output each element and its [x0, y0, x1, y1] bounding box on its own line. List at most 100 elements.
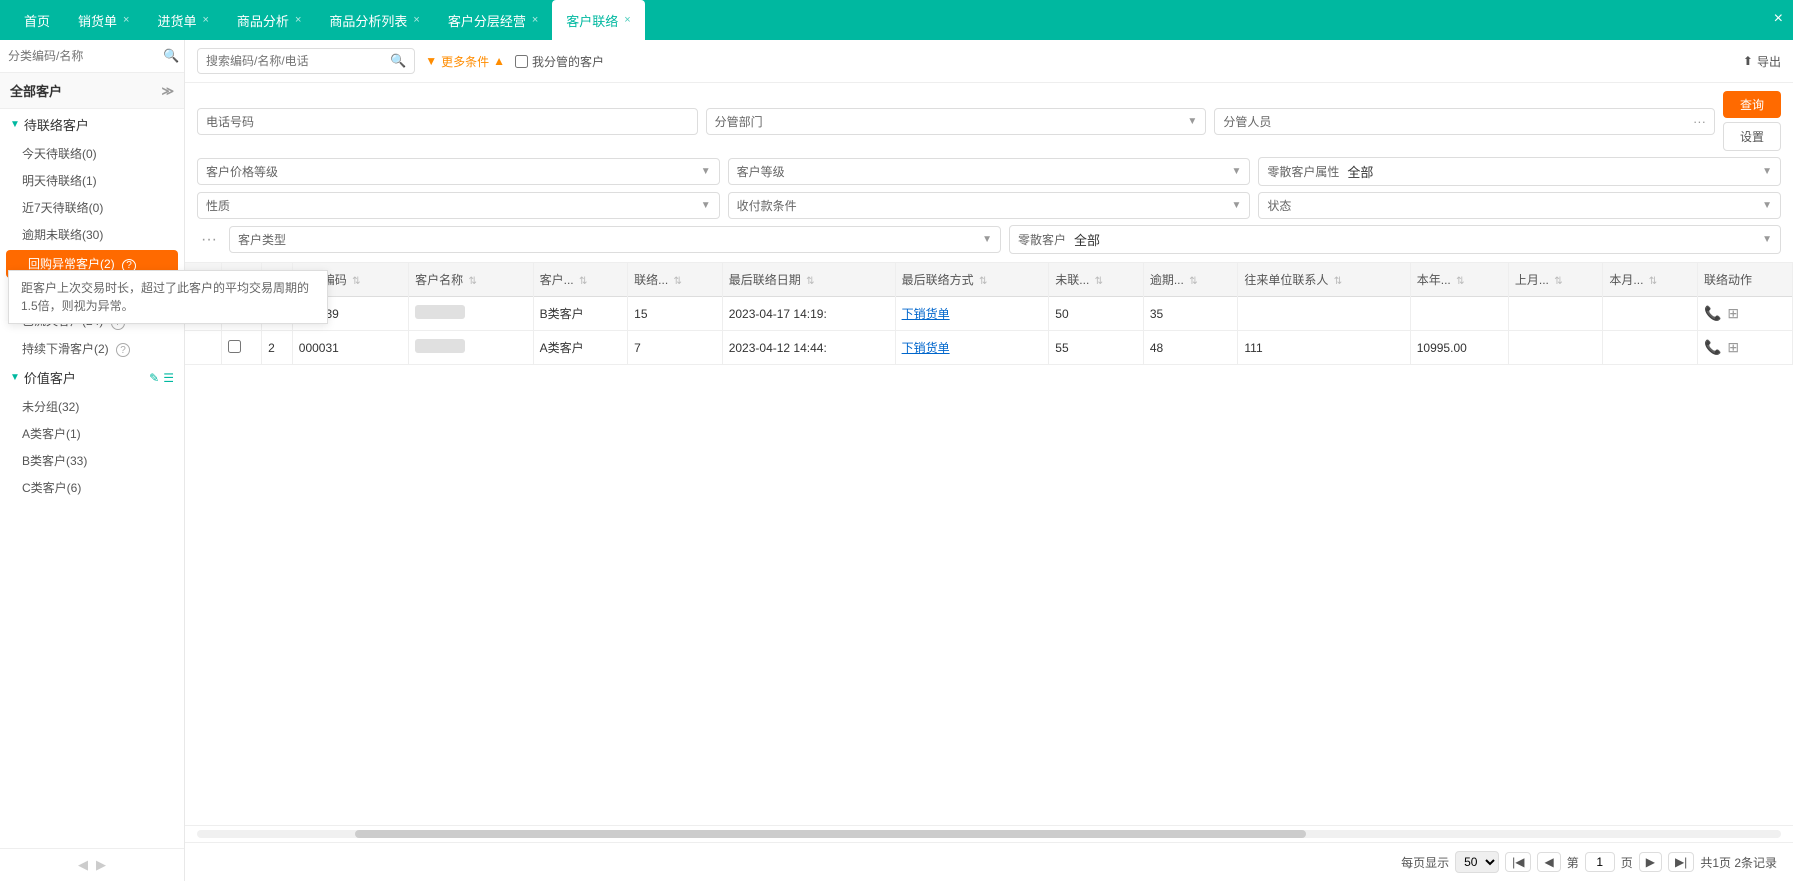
col-name-sort-icon[interactable]: ⇅ [468, 276, 476, 287]
collapse-icon[interactable]: ≫ [161, 84, 174, 98]
col-current-month-sort-icon[interactable]: ⇅ [1649, 276, 1657, 287]
horizontal-scrollbar[interactable] [185, 825, 1793, 842]
filter-retail-attr[interactable]: 零散客户属性 全部 ▼ [1258, 157, 1781, 186]
next-page-btn[interactable]: ▶ [1639, 852, 1662, 872]
col-annual[interactable]: 本年... ⇅ [1410, 263, 1508, 297]
row-last-method-1[interactable]: 下销货单 [895, 331, 1049, 365]
row-overdue-0: 35 [1143, 297, 1238, 331]
my-customer-check[interactable] [515, 55, 528, 68]
declining-help-icon[interactable]: ? [116, 343, 130, 357]
action-phone-icon-0[interactable]: 📞 [1704, 305, 1721, 322]
filter-person[interactable]: 分管人员 ··· [1214, 108, 1715, 135]
search-input[interactable] [206, 54, 386, 68]
extra-filter-dots[interactable]: ··· [197, 231, 221, 249]
action-more-icon-0[interactable]: ⊞ [1727, 305, 1739, 322]
nav-purchase[interactable]: 进货单 × [143, 0, 222, 40]
col-uncontacted[interactable]: 未联... ⇅ [1049, 263, 1144, 297]
col-contact-person[interactable]: 往来单位联系人 ⇅ [1238, 263, 1410, 297]
sidebar-item-ungrouped[interactable]: 未分组(32) [0, 393, 184, 420]
sidebar-item-overdue[interactable]: 逾期未联络(30) [0, 221, 184, 248]
nav-product-analysis[interactable]: 商品分析 × [223, 0, 315, 40]
sidebar-item-today[interactable]: 今天待联络(0) [0, 140, 184, 167]
nav-customer-tier[interactable]: 客户分层经营 × [434, 0, 552, 40]
sidebar-value-group[interactable]: ▼ 价值客户 ✎ ☰ [0, 362, 184, 393]
col-last-date-sort-icon[interactable]: ⇅ [806, 276, 814, 287]
row-last-date-1: 2023-04-12 14:44: [722, 331, 895, 365]
row-last-method-0[interactable]: 下销货单 [895, 297, 1049, 331]
filter-customer-type[interactable]: 客户类型 ▼ [229, 226, 1001, 253]
col-contact-person-sort-icon[interactable]: ⇅ [1334, 276, 1342, 287]
sidebar-item-7days[interactable]: 近7天待联络(0) [0, 194, 184, 221]
last-method-link-1[interactable]: 下销货单 [902, 341, 950, 355]
add-icon[interactable]: ☰ [163, 371, 174, 385]
col-last-date[interactable]: 最后联络日期 ⇅ [722, 263, 895, 297]
col-annual-sort-icon[interactable]: ⇅ [1456, 276, 1464, 287]
close-product-analysis-icon[interactable]: × [295, 14, 301, 26]
filter-retail-customer[interactable]: 零散客户 全部 ▼ [1009, 225, 1781, 254]
col-last-month[interactable]: 上月... ⇅ [1508, 263, 1603, 297]
scroll-left-icon[interactable]: ◀ [78, 857, 88, 873]
sidebar-item-class-b[interactable]: B类客户(33) [0, 447, 184, 474]
close-customer-tier-icon[interactable]: × [532, 14, 538, 26]
more-conditions-btn[interactable]: ▼ 更多条件 ▲ [425, 53, 505, 70]
filter-payment[interactable]: 收付款条件 ▼ [728, 192, 1251, 219]
row-check-1[interactable] [228, 340, 241, 353]
nav-product-analysis-list[interactable]: 商品分析列表 × [315, 0, 433, 40]
col-current-month[interactable]: 本月... ⇅ [1603, 263, 1698, 297]
filter-status[interactable]: 状态 ▼ [1258, 192, 1781, 219]
col-overdue[interactable]: 逾期... ⇅ [1143, 263, 1238, 297]
filter-customer-level[interactable]: 客户等级 ▼ [728, 158, 1251, 185]
sidebar-item-tomorrow[interactable]: 明天待联络(1) [0, 167, 184, 194]
nav-home[interactable]: 首页 [10, 0, 64, 40]
close-product-analysis-list-icon[interactable]: × [413, 14, 419, 26]
filter-dept[interactable]: 分管部门 ▼ [706, 108, 1207, 135]
window-close-icon[interactable]: × [1774, 10, 1783, 28]
search-icon[interactable]: 🔍 [390, 53, 406, 69]
col-last-month-sort-icon[interactable]: ⇅ [1554, 276, 1562, 287]
export-btn[interactable]: ⬆ 导出 [1743, 53, 1781, 70]
col-last-method-sort-icon[interactable]: ⇅ [979, 276, 987, 287]
action-phone-icon-1[interactable]: 📞 [1704, 339, 1721, 356]
col-code-sort-icon[interactable]: ⇅ [352, 276, 360, 287]
col-uncontacted-sort-icon[interactable]: ⇅ [1095, 276, 1103, 287]
last-method-link-0[interactable]: 下销货单 [902, 307, 950, 321]
col-last-method[interactable]: 最后联络方式 ⇅ [895, 263, 1049, 297]
filter-price-level[interactable]: 客户价格等级 ▼ [197, 158, 720, 185]
sidebar-search-input[interactable] [8, 49, 163, 63]
col-contact-count[interactable]: 联络... ⇅ [628, 263, 723, 297]
col-name[interactable]: 客户名称 ⇅ [409, 263, 534, 297]
filter-gender[interactable]: 性质 ▼ [197, 192, 720, 219]
prev-page-btn[interactable]: ◀ [1537, 852, 1560, 872]
close-purchase-icon[interactable]: × [202, 14, 208, 26]
sidebar-item-class-a[interactable]: A类客户(1) [0, 420, 184, 447]
close-customer-contact-icon[interactable]: × [624, 14, 630, 26]
col-type-sort-icon[interactable]: ⇅ [579, 276, 587, 287]
sidebar-all-customers[interactable]: 全部客户 ≫ [0, 73, 184, 109]
my-customer-checkbox[interactable]: 我分管的客户 [515, 53, 604, 70]
settings-button[interactable]: 设置 [1723, 122, 1781, 151]
row-checkbox-1[interactable] [221, 331, 261, 365]
nav-sales[interactable]: 销货单 × [64, 0, 143, 40]
col-type[interactable]: 客户... ⇅ [533, 263, 628, 297]
col-overdue-sort-icon[interactable]: ⇅ [1189, 276, 1197, 287]
edit-icon[interactable]: ✎ [149, 371, 159, 385]
close-sales-icon[interactable]: × [123, 14, 129, 26]
scrollbar-track[interactable] [197, 830, 1781, 838]
sidebar-pending-group[interactable]: ▼ 待联络客户 [0, 109, 184, 140]
page-size-select[interactable]: 50 [1455, 851, 1499, 873]
sidebar-item-class-c[interactable]: C类客户(6) [0, 474, 184, 501]
page-number-input[interactable] [1585, 852, 1615, 872]
action-more-icon-1[interactable]: ⊞ [1727, 339, 1739, 356]
col-contact-count-sort-icon[interactable]: ⇅ [674, 276, 682, 287]
last-page-btn[interactable]: ▶| [1668, 852, 1694, 872]
filter-phone[interactable]: 电话号码 [197, 108, 698, 135]
status-arrow-icon: ▼ [1762, 200, 1772, 211]
nav-customer-contact[interactable]: 客户联络 × [552, 0, 644, 40]
sidebar-item-declining[interactable]: 持续下滑客户(2) ? [0, 335, 184, 363]
sidebar-search-icon[interactable]: 🔍 [163, 48, 179, 64]
scrollbar-thumb[interactable] [355, 830, 1305, 838]
first-page-btn[interactable]: |◀ [1505, 852, 1531, 872]
scroll-right-icon[interactable]: ▶ [96, 857, 106, 873]
query-button[interactable]: 查询 [1723, 91, 1781, 118]
person-dots-icon[interactable]: ··· [1693, 114, 1706, 129]
